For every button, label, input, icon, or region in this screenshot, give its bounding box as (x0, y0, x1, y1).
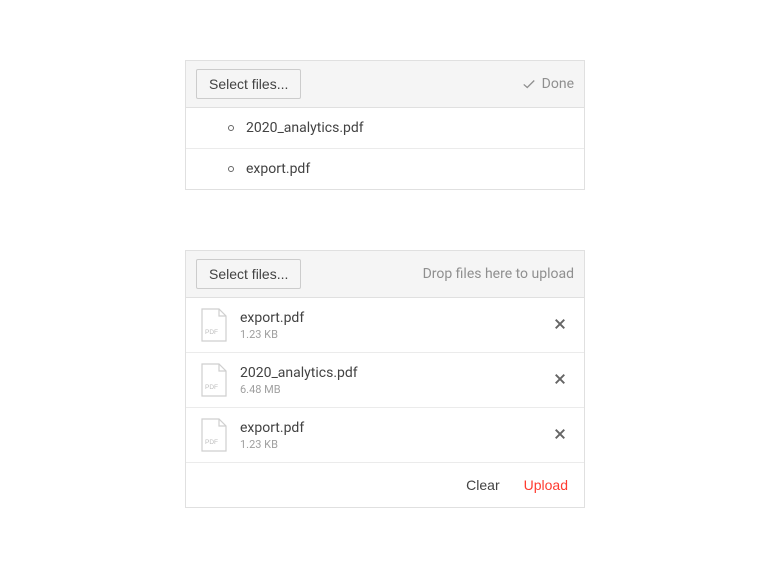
file-name: 2020_analytics.pdf (240, 365, 538, 381)
file-name: export.pdf (240, 420, 538, 436)
file-info: export.pdf 1.23 KB (240, 420, 538, 451)
list-item: export.pdf (186, 149, 584, 189)
bullet-icon (228, 166, 234, 172)
remove-file-button[interactable] (550, 369, 570, 392)
select-files-button[interactable]: Select files... (196, 259, 301, 289)
close-icon (554, 318, 566, 333)
file-name: export.pdf (246, 161, 310, 177)
drop-hint: Drop files here to upload (423, 266, 574, 282)
bullet-icon (228, 125, 234, 131)
svg-text:PDF: PDF (205, 329, 218, 336)
clear-button[interactable]: Clear (466, 477, 499, 493)
file-info: export.pdf 1.23 KB (240, 310, 538, 341)
close-icon (554, 373, 566, 388)
file-info: 2020_analytics.pdf 6.48 MB (240, 365, 538, 396)
file-row: PDF export.pdf 1.23 KB (186, 408, 584, 463)
svg-text:PDF: PDF (205, 384, 218, 391)
file-name: 2020_analytics.pdf (246, 120, 364, 136)
check-icon (522, 77, 536, 91)
close-icon (554, 428, 566, 443)
file-icon: PDF (200, 418, 228, 452)
remove-file-button[interactable] (550, 314, 570, 337)
upload-header: Select files... Done (186, 61, 584, 108)
file-icon: PDF (200, 363, 228, 397)
file-size: 1.23 KB (240, 328, 538, 341)
file-list-detailed: PDF export.pdf 1.23 KB (186, 298, 584, 463)
file-name: export.pdf (240, 310, 538, 326)
svg-text:PDF: PDF (205, 439, 218, 446)
file-row: PDF export.pdf 1.23 KB (186, 298, 584, 353)
upload-footer: Clear Upload (186, 463, 584, 507)
upload-widget-pending: Select files... Drop files here to uploa… (185, 250, 585, 508)
file-row: PDF 2020_analytics.pdf 6.48 MB (186, 353, 584, 408)
select-files-button[interactable]: Select files... (196, 69, 301, 99)
file-size: 1.23 KB (240, 438, 538, 451)
status-label: Done (542, 76, 574, 92)
remove-file-button[interactable] (550, 424, 570, 447)
file-list-simple: 2020_analytics.pdf export.pdf (186, 108, 584, 189)
file-size: 6.48 MB (240, 383, 538, 396)
status-done: Done (522, 76, 574, 92)
list-item: 2020_analytics.pdf (186, 108, 584, 149)
upload-header[interactable]: Select files... Drop files here to uploa… (186, 251, 584, 298)
upload-button[interactable]: Upload (524, 477, 568, 493)
upload-widget-done: Select files... Done 2020_analytics.pdf … (185, 60, 585, 190)
file-icon: PDF (200, 308, 228, 342)
